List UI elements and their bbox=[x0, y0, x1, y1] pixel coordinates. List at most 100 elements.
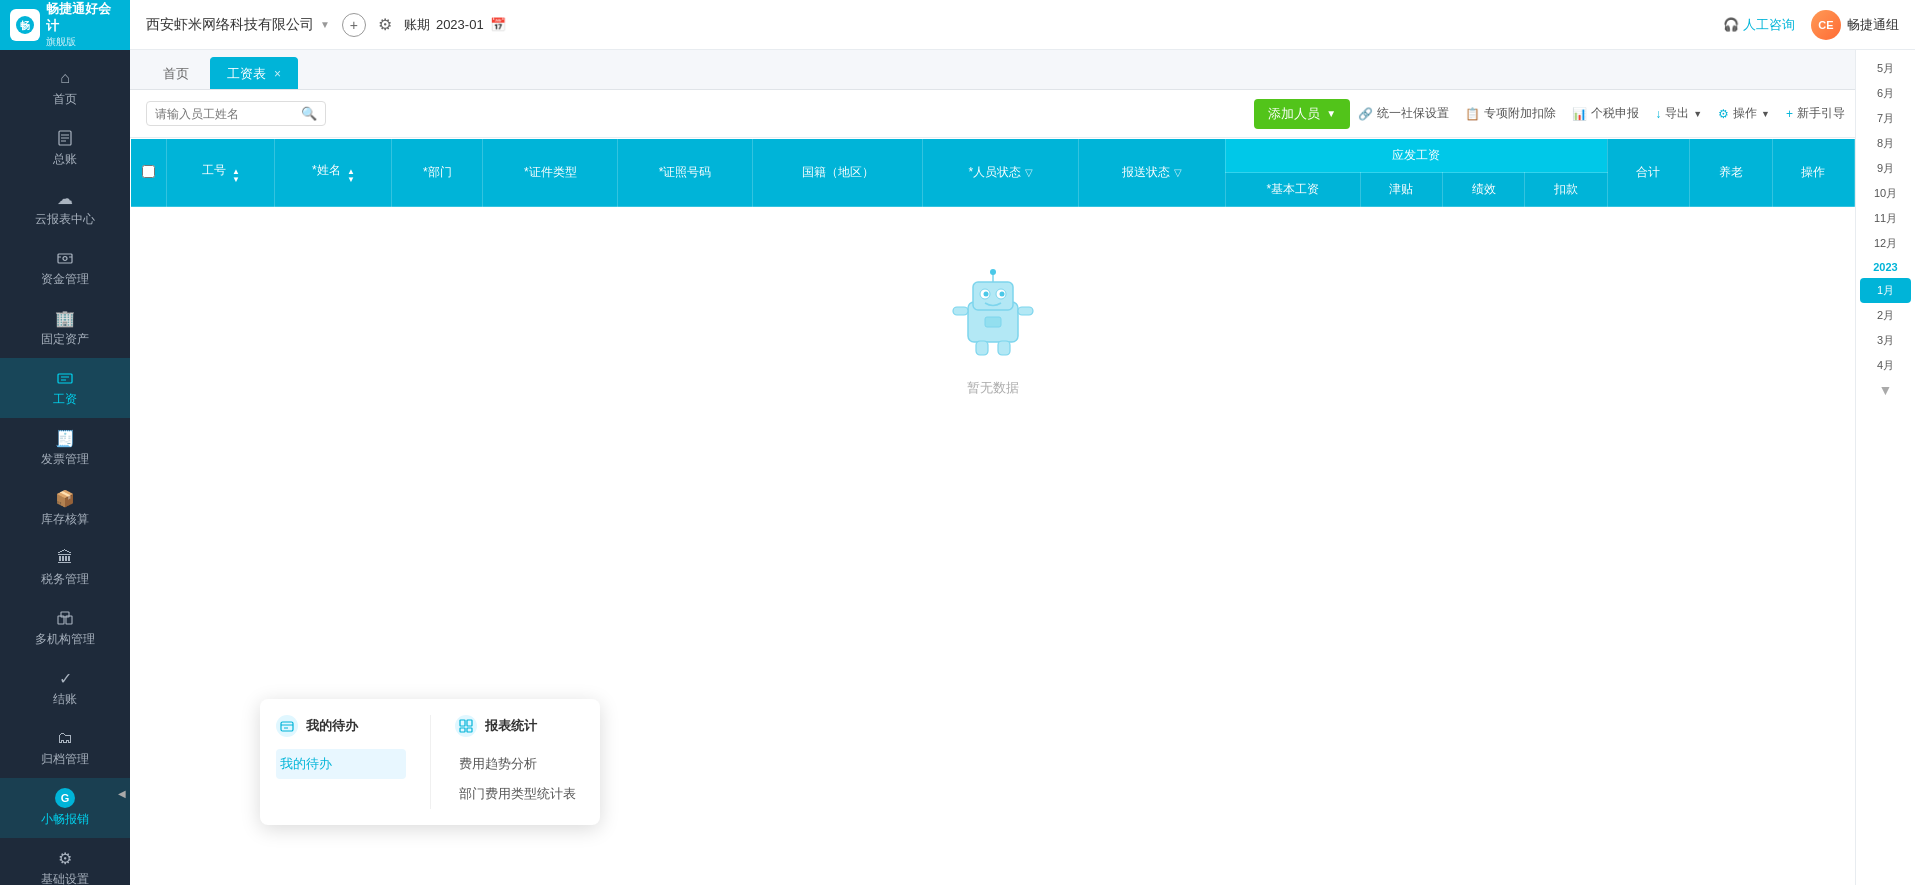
month-nov[interactable]: 11月 bbox=[1856, 206, 1915, 231]
sidebar-item-settle[interactable]: ✓ 结账 bbox=[0, 658, 130, 718]
sidebar-item-ledger[interactable]: 总账 bbox=[0, 118, 130, 178]
empty-state: 暂无数据 bbox=[131, 207, 1855, 457]
logo-subtitle: 旗舰版 bbox=[46, 35, 120, 49]
basic-icon: ⚙ bbox=[55, 848, 75, 868]
tax-icon: 🏛 bbox=[55, 548, 75, 568]
logo-icon: 畅 bbox=[10, 9, 40, 41]
month-mar[interactable]: 3月 bbox=[1856, 328, 1915, 353]
month-aug[interactable]: 8月 bbox=[1856, 131, 1915, 156]
sort-name[interactable]: ▲▼ bbox=[347, 168, 355, 184]
month-oct[interactable]: 10月 bbox=[1856, 181, 1915, 206]
ledger-icon bbox=[55, 128, 75, 148]
username: 畅捷通组 bbox=[1847, 16, 1899, 34]
sidebar-item-archive[interactable]: 🗂 归档管理 bbox=[0, 718, 130, 778]
user-menu[interactable]: CE 畅捷通组 bbox=[1811, 10, 1899, 40]
archive-icon: 🗂 bbox=[55, 728, 75, 748]
sidebar-item-home[interactable]: ⌂ 首页 bbox=[0, 58, 130, 118]
company-dropdown-arrow: ▼ bbox=[320, 19, 330, 30]
sidebar-item-inventory[interactable]: 📦 库存核算 bbox=[0, 478, 130, 538]
report-filter-icon[interactable]: ▽ bbox=[1174, 167, 1182, 178]
popup-section2-title: 报表统计 bbox=[485, 717, 537, 735]
th-name: *姓名 ▲▼ bbox=[275, 139, 392, 207]
logo-title: 畅捷通好会计 bbox=[46, 1, 120, 35]
popup-section1-icon bbox=[276, 715, 298, 737]
operations-action[interactable]: ⚙ 操作 ▼ bbox=[1718, 105, 1770, 122]
xiaochang-arrow: ◀ bbox=[118, 788, 126, 799]
empty-row: 暂无数据 bbox=[131, 207, 1855, 458]
th-dept: *部门 bbox=[392, 139, 483, 207]
sidebar-item-invoice[interactable]: 🧾 发票管理 bbox=[0, 418, 130, 478]
scroll-down-button[interactable]: ▼ bbox=[1879, 378, 1893, 402]
export-action[interactable]: ↓ 导出 ▼ bbox=[1655, 105, 1702, 122]
xiaochang-icon: G bbox=[55, 788, 75, 808]
month-apr[interactable]: 4月 bbox=[1856, 353, 1915, 378]
search-input[interactable] bbox=[155, 107, 295, 121]
svg-rect-35 bbox=[467, 728, 472, 732]
salary-icon bbox=[55, 368, 75, 388]
newguide-action[interactable]: + 新手引导 bbox=[1786, 105, 1845, 122]
headset-icon: 🎧 bbox=[1723, 17, 1739, 32]
fixed-icon: 🏢 bbox=[55, 308, 75, 328]
add-person-button[interactable]: 添加人员 ▼ bbox=[1254, 99, 1350, 129]
period-label: 账期 bbox=[404, 16, 430, 34]
status-filter-icon[interactable]: ▽ bbox=[1025, 167, 1033, 178]
sidebar-item-fixed[interactable]: 🏢 固定资产 bbox=[0, 298, 130, 358]
deduction-action[interactable]: 📋 专项附加扣除 bbox=[1465, 105, 1556, 122]
popup-menu-dept-cost[interactable]: 部门费用类型统计表 bbox=[455, 779, 585, 809]
search-icon[interactable]: 🔍 bbox=[301, 106, 317, 121]
th-pension: 养老 bbox=[1690, 139, 1772, 207]
popup-menu-my-todo[interactable]: 我的待办 bbox=[276, 749, 406, 779]
sidebar-item-basic[interactable]: ⚙ 基础设置 bbox=[0, 838, 130, 885]
sidebar-item-salary[interactable]: 工资 bbox=[0, 358, 130, 418]
tab-home[interactable]: 首页 bbox=[146, 57, 206, 89]
th-number: 工号 ▲▼ bbox=[167, 139, 275, 207]
svg-rect-28 bbox=[985, 317, 1001, 327]
sidebar-item-tax[interactable]: 🏛 税务管理 bbox=[0, 538, 130, 598]
popup-menu-cost-trend[interactable]: 费用趋势分析 bbox=[455, 749, 585, 779]
sidebar-item-fund[interactable]: 资金管理 bbox=[0, 238, 130, 298]
popup-section2-header: 报表统计 bbox=[455, 715, 585, 737]
sidebar-label-basic: 基础设置 bbox=[41, 871, 89, 885]
sidebar-item-xiaochang[interactable]: G 小畅报销 ◀ bbox=[0, 778, 130, 838]
sidebar-label-xiaochang: 小畅报销 bbox=[41, 811, 89, 828]
month-jul[interactable]: 7月 bbox=[1856, 106, 1915, 131]
month-jan-current[interactable]: 1月 bbox=[1860, 278, 1911, 303]
social-label: 统一社保设置 bbox=[1377, 105, 1449, 122]
svg-rect-34 bbox=[460, 728, 465, 732]
export-label: 导出 bbox=[1665, 105, 1689, 122]
month-feb[interactable]: 2月 bbox=[1856, 303, 1915, 328]
sidebar-label-salary: 工资 bbox=[53, 391, 77, 408]
svg-rect-6 bbox=[58, 254, 72, 263]
tax-report-action[interactable]: 📊 个税申报 bbox=[1572, 105, 1639, 122]
svg-point-23 bbox=[990, 269, 996, 275]
sidebar-label-fixed: 固定资产 bbox=[41, 331, 89, 348]
sidebar-item-cloud[interactable]: ☁ 云报表中心 bbox=[0, 178, 130, 238]
calendar-icon[interactable]: 📅 bbox=[490, 17, 506, 32]
settings-icon[interactable]: ⚙ bbox=[378, 15, 392, 34]
th-status: *人员状态 ▽ bbox=[923, 139, 1079, 207]
month-jun[interactable]: 6月 bbox=[1856, 81, 1915, 106]
deduction-icon: 📋 bbox=[1465, 107, 1480, 121]
sidebar-label-tax: 税务管理 bbox=[41, 571, 89, 588]
sidebar-item-multi[interactable]: 多机构管理 bbox=[0, 598, 130, 658]
service-button[interactable]: 🎧 人工咨询 bbox=[1723, 16, 1795, 34]
tab-salary[interactable]: 工资表 × bbox=[210, 57, 298, 89]
select-all-checkbox[interactable] bbox=[142, 165, 155, 178]
month-may[interactable]: 5月 bbox=[1856, 56, 1915, 81]
month-dec[interactable]: 12月 bbox=[1856, 231, 1915, 256]
social-insurance-action[interactable]: 🔗 统一社保设置 bbox=[1358, 105, 1449, 122]
th-group-salary: 应发工资 bbox=[1225, 139, 1607, 173]
cloud-icon: ☁ bbox=[55, 188, 75, 208]
year-2023-label: 2023 bbox=[1856, 256, 1915, 278]
ops-icon: ⚙ bbox=[1718, 107, 1729, 121]
tab-salary-close[interactable]: × bbox=[274, 68, 281, 80]
topbar-right: 🎧 人工咨询 CE 畅捷通组 bbox=[1723, 10, 1899, 40]
service-label: 人工咨询 bbox=[1743, 16, 1795, 34]
company-selector[interactable]: 西安虾米网络科技有限公司 ▼ bbox=[146, 16, 330, 34]
th-checkbox[interactable] bbox=[131, 139, 167, 207]
popup-column-2: 报表统计 费用趋势分析 部门费用类型统计表 bbox=[455, 715, 585, 809]
toolbar: 🔍 添加人员 ▼ 🔗 统一社保设置 📋 专项附加扣除 📊 个税申报 bbox=[130, 90, 1915, 138]
sort-number[interactable]: ▲▼ bbox=[232, 168, 240, 184]
month-sep[interactable]: 9月 bbox=[1856, 156, 1915, 181]
add-company-button[interactable]: + bbox=[342, 13, 366, 37]
